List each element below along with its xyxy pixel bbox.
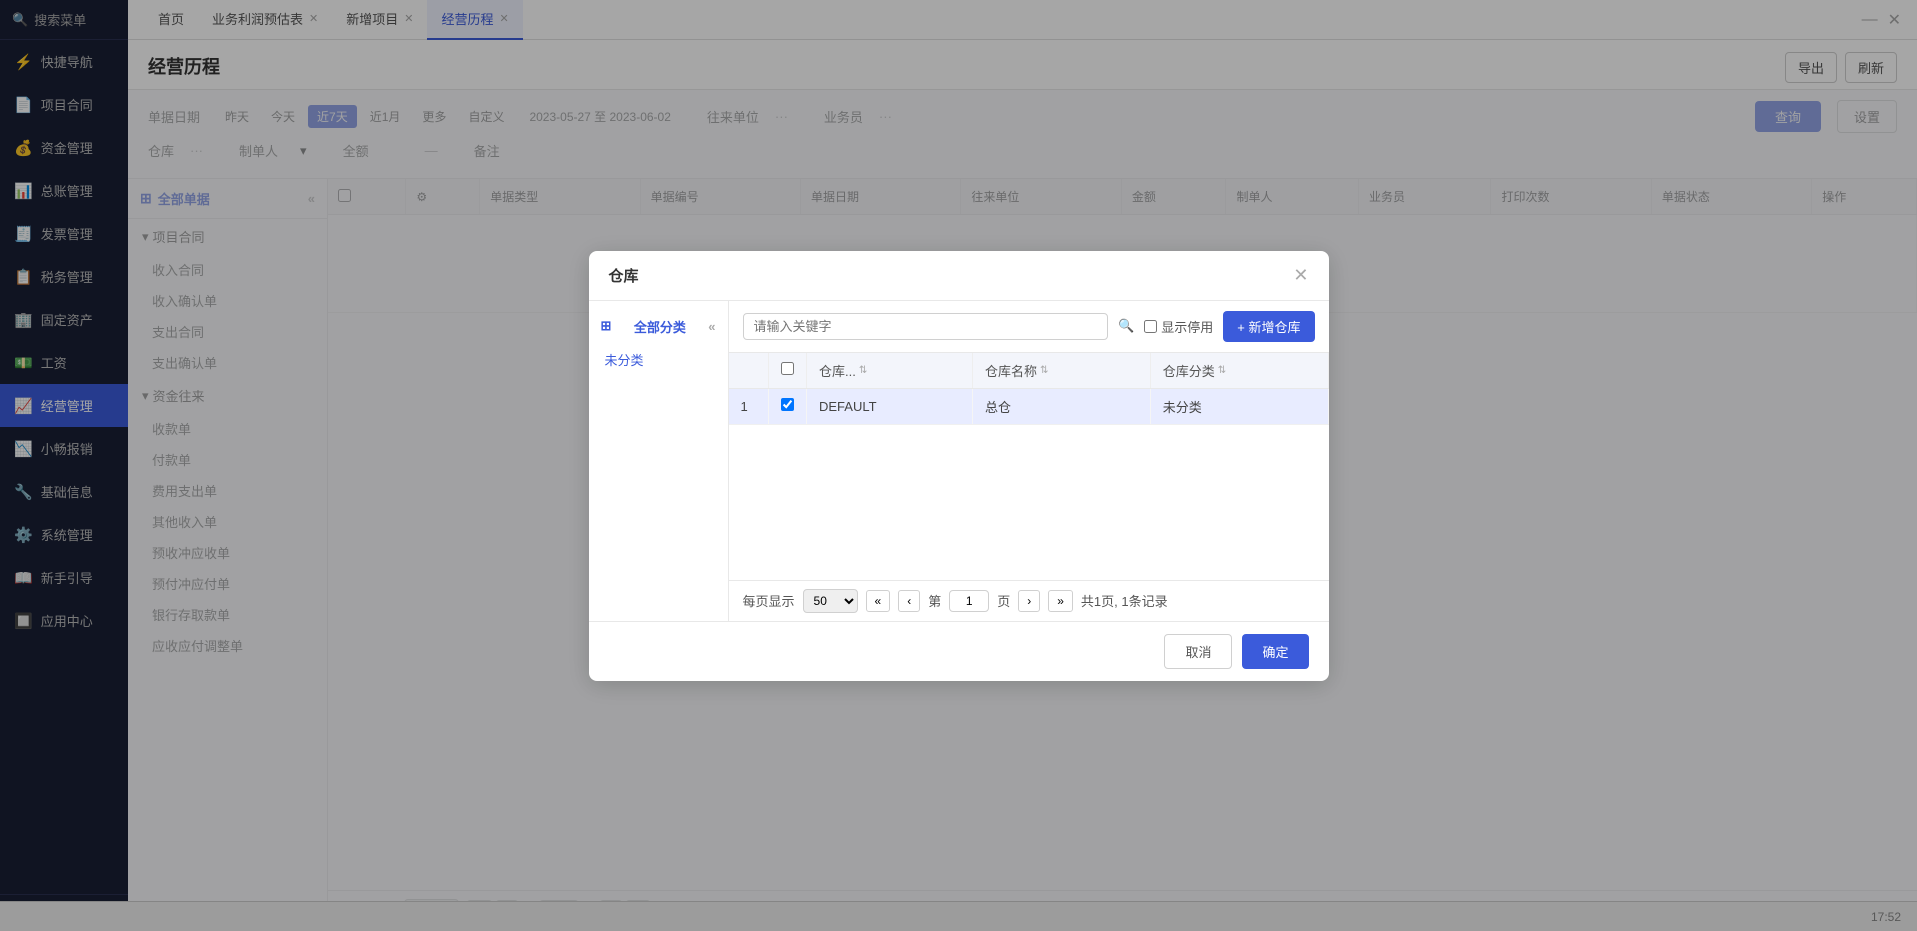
dialog-th-name[interactable]: 仓库名称 ⇅ [973,353,1151,389]
grid-icon2: ⊞ [601,318,612,334]
dialog-left-unclassified[interactable]: 未分类 [589,342,728,377]
dialog-left-nav: ⊞ 全部分类 « 未分类 [589,301,729,621]
dialog-page-size-select[interactable]: 50100 [803,589,858,613]
left-collapse-btn[interactable]: « [708,319,715,334]
show-disabled-checkbox[interactable] [1144,320,1157,333]
sort-icon-code: ⇅ [859,365,867,376]
show-disabled-checkbox-label[interactable]: 显示停用 [1144,317,1213,336]
cancel-button[interactable]: 取消 [1164,634,1232,669]
dialog-next-btn[interactable]: › [1018,590,1040,612]
search-magnify-icon[interactable]: 🔍 [1118,318,1134,334]
dialog-close-btn[interactable]: ✕ [1293,265,1308,286]
dialog-left-all[interactable]: ⊞ 全部分类 « [589,311,728,342]
warehouse-dialog: 仓库 ✕ ⊞ 全部分类 « 未分类 [589,251,1329,681]
dialog-page-size-label: 每页显示 [743,591,795,610]
sort-icon-name: ⇅ [1040,365,1048,376]
dialog-all-label: 全部分类 [634,317,686,336]
row-checkbox-cell [769,388,807,424]
dialog-page-unit: 页 [997,591,1010,610]
row-checkbox[interactable] [781,398,794,411]
dialog-last-btn[interactable]: » [1048,590,1073,612]
sort-icon-category: ⇅ [1218,365,1226,376]
add-warehouse-btn[interactable]: + 新增仓库 [1223,311,1314,342]
dialog-page-input[interactable] [949,590,989,612]
dialog-th-category[interactable]: 仓库分类 ⇅ [1150,353,1328,389]
dialog-select-all[interactable] [781,362,794,375]
row-category: 未分类 [1150,388,1328,424]
dialog-prev-btn[interactable]: ‹ [898,590,920,612]
dialog-th-num [729,353,769,389]
dialog-th-code[interactable]: 仓库... ⇅ [807,353,973,389]
dialog-right-content: 🔍 显示停用 + 新增仓库 [729,301,1329,621]
row-name: 总仓 [973,388,1151,424]
dialog-th-checkbox [769,353,807,389]
dialog-header: 仓库 ✕ [589,251,1329,301]
dialog-footer: 取消 确定 [589,621,1329,681]
row-num: 1 [729,388,769,424]
dialog-title: 仓库 [609,265,639,286]
dialog-page-label: 第 [928,591,941,610]
dialog-body: ⊞ 全部分类 « 未分类 🔍 显示停用 [589,301,1329,621]
dialog-search-bar: 🔍 显示停用 + 新增仓库 [729,301,1329,353]
dialog-table: 仓库... ⇅ 仓库名称 ⇅ [729,353,1329,580]
confirm-button[interactable]: 确定 [1242,634,1308,669]
dialog-search-input[interactable] [743,313,1109,340]
table-row[interactable]: 1 DEFAULT 总仓 未分类 [729,388,1329,424]
dialog-first-btn[interactable]: « [866,590,891,612]
dialog-total-text: 共1页, 1条记录 [1081,591,1168,610]
dialog-overlay: 仓库 ✕ ⊞ 全部分类 « 未分类 [0,0,1917,931]
dialog-pagination: 每页显示 50100 « ‹ 第 页 › » 共1页, 1条记录 [729,580,1329,621]
row-code: DEFAULT [807,388,973,424]
